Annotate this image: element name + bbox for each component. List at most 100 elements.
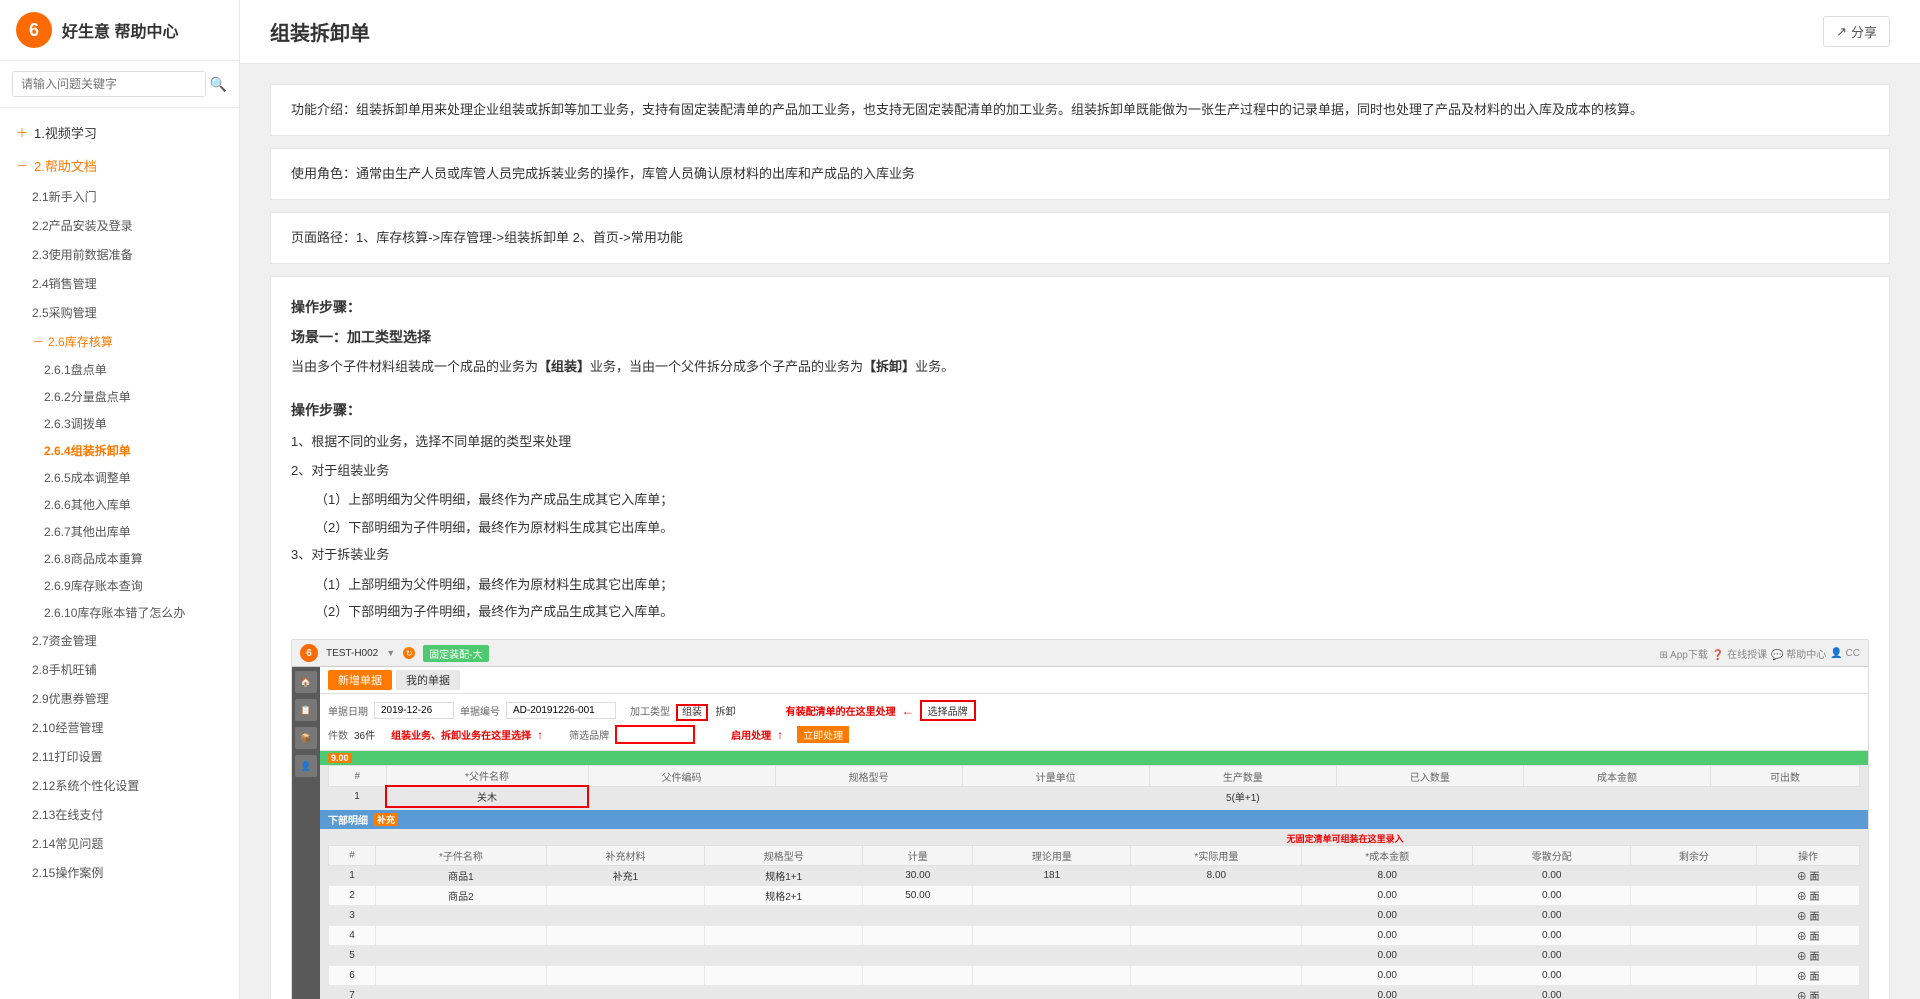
fake-lth-ops: 操作 xyxy=(1757,846,1860,866)
sidebar-item-beginner[interactable]: 2.1新手入门 xyxy=(0,182,239,211)
table-row: 1 关木 5(单+1) xyxy=(329,786,1860,807)
sidebar-item-install[interactable]: 2.2产品安装及登录 xyxy=(0,211,239,240)
fake-dropdown-icon: ▼ xyxy=(386,648,395,658)
fake-td-prod: 5(单+1) xyxy=(1149,786,1336,807)
fake-ltd-ops2: ⊕ 面 xyxy=(1757,886,1860,906)
sidebar-item-faq[interactable]: 2.14常见问题 xyxy=(0,829,239,858)
operations-body: 操作步骤： 场景一：加工类型选择 当由多个子件材料组装成一个成品的业务为【组装】… xyxy=(270,276,1890,999)
fake-lth-spec: 规格型号 xyxy=(705,846,863,866)
fake-ltd-unit2: 50.00 xyxy=(863,886,973,906)
fake-process-btn[interactable]: 立即处理 xyxy=(797,726,849,743)
sidebar-item-cases[interactable]: 2.15操作案例 xyxy=(0,858,239,887)
fake-icon-box[interactable]: 📦 xyxy=(295,727,317,749)
sidebar-item-ledger-query[interactable]: 2.6.9库存账本查询 xyxy=(0,572,239,599)
keyword-assembly: 【组装】 xyxy=(538,359,590,374)
search-input[interactable] xyxy=(12,71,206,97)
fake-th-seq: # xyxy=(329,766,387,787)
fake-lth-name: *子件名称 xyxy=(376,846,547,866)
table-row: 2 商品2 规格2+1 50.00 0.00 xyxy=(329,886,1860,906)
fake-lower-header-text: 下部明细 xyxy=(328,812,368,827)
fake-td-code xyxy=(588,786,775,807)
fake-green-btn[interactable]: 固定装配-大 xyxy=(423,645,488,662)
sidebar-item-inventory[interactable]: － 2.6库存核算 xyxy=(0,327,239,356)
fake-form-row1: 单据日期 单据编号 加工类型 组装 拆卸 xyxy=(328,698,1860,723)
sidebar-item-cost-adjust[interactable]: 2.6.5成本调整单 xyxy=(0,464,239,491)
search-button[interactable]: 🔍 xyxy=(210,76,227,93)
fake-th-prod-qty: 生产数量 xyxy=(1149,766,1336,787)
fake-ltd-spec1: 规格1+1 xyxy=(705,866,863,886)
role-section: 使用角色：通常由生产人员或库管人员完成拆装业务的操作，库管人员确认原材料的出库和… xyxy=(270,148,1890,200)
sidebar-item-inventory-count[interactable]: 2.6.1盘点单 xyxy=(0,356,239,383)
table-row: 50.000.00⊕ 面 xyxy=(329,946,1860,966)
fake-logo: 6 xyxy=(300,644,318,662)
fake-tab-new[interactable]: 新增单据 xyxy=(328,670,392,690)
table-row: 40.000.00⊕ 面 xyxy=(329,926,1860,946)
sidebar-item-data-prep[interactable]: 2.3使用前数据准备 xyxy=(0,240,239,269)
fake-th-spec: 规格型号 xyxy=(775,766,962,787)
app-title: 好生意 帮助中心 xyxy=(62,18,178,42)
fake-upper-table-container: # *父件名称 父件编码 规格型号 计量单位 生产数量 已入数量 成本金额 xyxy=(320,765,1868,810)
sidebar-item-inventory-portion[interactable]: 2.6.2分量盘点单 xyxy=(0,383,239,410)
sidebar-item-coupon[interactable]: 2.9优惠券管理 xyxy=(0,684,239,713)
fake-label-date: 单据日期 xyxy=(328,703,368,718)
sidebar-item-operations[interactable]: 2.10经营管理 xyxy=(0,713,239,742)
step3-1: （1）上部明细为父件明细，最终作为原材料生成其它出库单； xyxy=(315,573,1869,596)
share-button[interactable]: ↗ 分享 xyxy=(1823,16,1890,47)
sidebar-item-transfer[interactable]: 2.6.3调拨单 xyxy=(0,410,239,437)
sidebar-item-help-docs[interactable]: － 2.帮助文档 xyxy=(0,149,239,182)
fake-th-cost: 成本金额 xyxy=(1523,766,1710,787)
fake-type-assembly[interactable]: 组装 xyxy=(676,704,708,721)
step2-1: （1）上部明细为父件明细，最终作为产成品生成其它入库单； xyxy=(315,488,1869,511)
fake-icon-home[interactable]: 🏠 xyxy=(295,671,317,693)
sidebar-item-cost-recalc[interactable]: 2.6.8商品成本重算 xyxy=(0,545,239,572)
fake-tab-my[interactable]: 我的单据 xyxy=(396,670,460,690)
sidebar-item-video-learning[interactable]: ＋ 1.视频学习 xyxy=(0,116,239,149)
sidebar-item-other-in[interactable]: 2.6.6其他入库单 xyxy=(0,491,239,518)
sidebar-item-finance[interactable]: 2.7资金管理 xyxy=(0,626,239,655)
ann2-arrow: ↑ xyxy=(537,728,543,742)
screenshot-inner: 6 TEST-H002 ▼ ↻ 固定装配-大 ⊞ App下载 ❓ 在线授课 💬 … xyxy=(292,640,1868,999)
fake-lth-dist: 零散分配 xyxy=(1473,846,1631,866)
fake-ltd-theory1: 181 xyxy=(973,866,1131,886)
sidebar: 6 好生意 帮助中心 🔍 ＋ 1.视频学习 － 2.帮助文档 2.1新手入门 2… xyxy=(0,0,240,999)
fake-ltd-name1: 商品1 xyxy=(376,866,547,886)
minus-icon-inv: － xyxy=(32,333,44,350)
fake-icon-person[interactable]: 👤 xyxy=(295,755,317,777)
ops2-title: 操作步骤： xyxy=(291,400,1869,420)
sidebar-item-ledger-error[interactable]: 2.6.10库存账本错了怎么办 xyxy=(0,599,239,626)
sidebar-item-mobile[interactable]: 2.8手机旺铺 xyxy=(0,655,239,684)
fake-ltd-dist2: 0.00 xyxy=(1473,886,1631,906)
sidebar-item-payment[interactable]: 2.13在线支付 xyxy=(0,800,239,829)
fake-input-num[interactable] xyxy=(506,702,616,719)
fake-tab-bar: 新增单据 我的单据 xyxy=(320,667,1868,694)
fake-ltd-theory2 xyxy=(973,886,1131,906)
sidebar-section-26-label: 2.6库存核算 xyxy=(48,333,113,350)
sidebar-item-sales[interactable]: 2.4销售管理 xyxy=(0,269,239,298)
sidebar-item-print[interactable]: 2.11打印设置 xyxy=(0,742,239,771)
fake-td-spec xyxy=(775,786,962,807)
fake-input-brand[interactable] xyxy=(615,725,695,744)
fake-appname: TEST-H002 xyxy=(326,648,378,659)
sidebar-item-settings[interactable]: 2.12系统个性化设置 xyxy=(0,771,239,800)
fake-ltd-name2: 商品2 xyxy=(376,886,547,906)
plus-icon: ＋ xyxy=(16,124,28,141)
fake-td-avail xyxy=(1711,786,1860,807)
main-area: 组装拆卸单 ↗ 分享 功能介绍：组装拆卸单用来处理企业组装或拆卸等加工业务，支持… xyxy=(240,0,1920,999)
fake-lower-table: # *子件名称 补充材料 规格型号 计量 理论用量 *实际用量 *成本金额 xyxy=(328,845,1860,999)
path-text: 页面路径：1、库存核算->库存管理->组装拆卸单 2、首页->常用功能 xyxy=(291,227,1869,249)
fake-lth-seq: # xyxy=(329,846,376,866)
fake-ltd-remain2 xyxy=(1631,886,1757,906)
fake-lth-cost: *成本金额 xyxy=(1302,846,1473,866)
fake-select-brand-btn[interactable]: 选择品牌 xyxy=(920,700,976,721)
fake-app-layout: 🏠 📋 📦 👤 新增单据 我的单据 xyxy=(292,667,1868,999)
fake-td-cost xyxy=(1523,786,1710,807)
fake-icon-list[interactable]: 📋 xyxy=(295,699,317,721)
fake-type-disassembly[interactable]: 拆卸 xyxy=(712,706,740,719)
sidebar-item-purchase[interactable]: 2.5采购管理 xyxy=(0,298,239,327)
sidebar-item-other-out[interactable]: 2.6.7其他出库单 xyxy=(0,518,239,545)
sidebar-item-assembly[interactable]: 2.6.4组装拆卸单 xyxy=(0,437,239,464)
fake-lower-add-btn[interactable]: 补充 xyxy=(374,813,398,826)
table-row: 30.000.00⊕ 面 xyxy=(329,906,1860,926)
fake-upper-table: # *父件名称 父件编码 规格型号 计量单位 生产数量 已入数量 成本金额 xyxy=(328,765,1860,808)
fake-input-date[interactable] xyxy=(374,702,454,719)
